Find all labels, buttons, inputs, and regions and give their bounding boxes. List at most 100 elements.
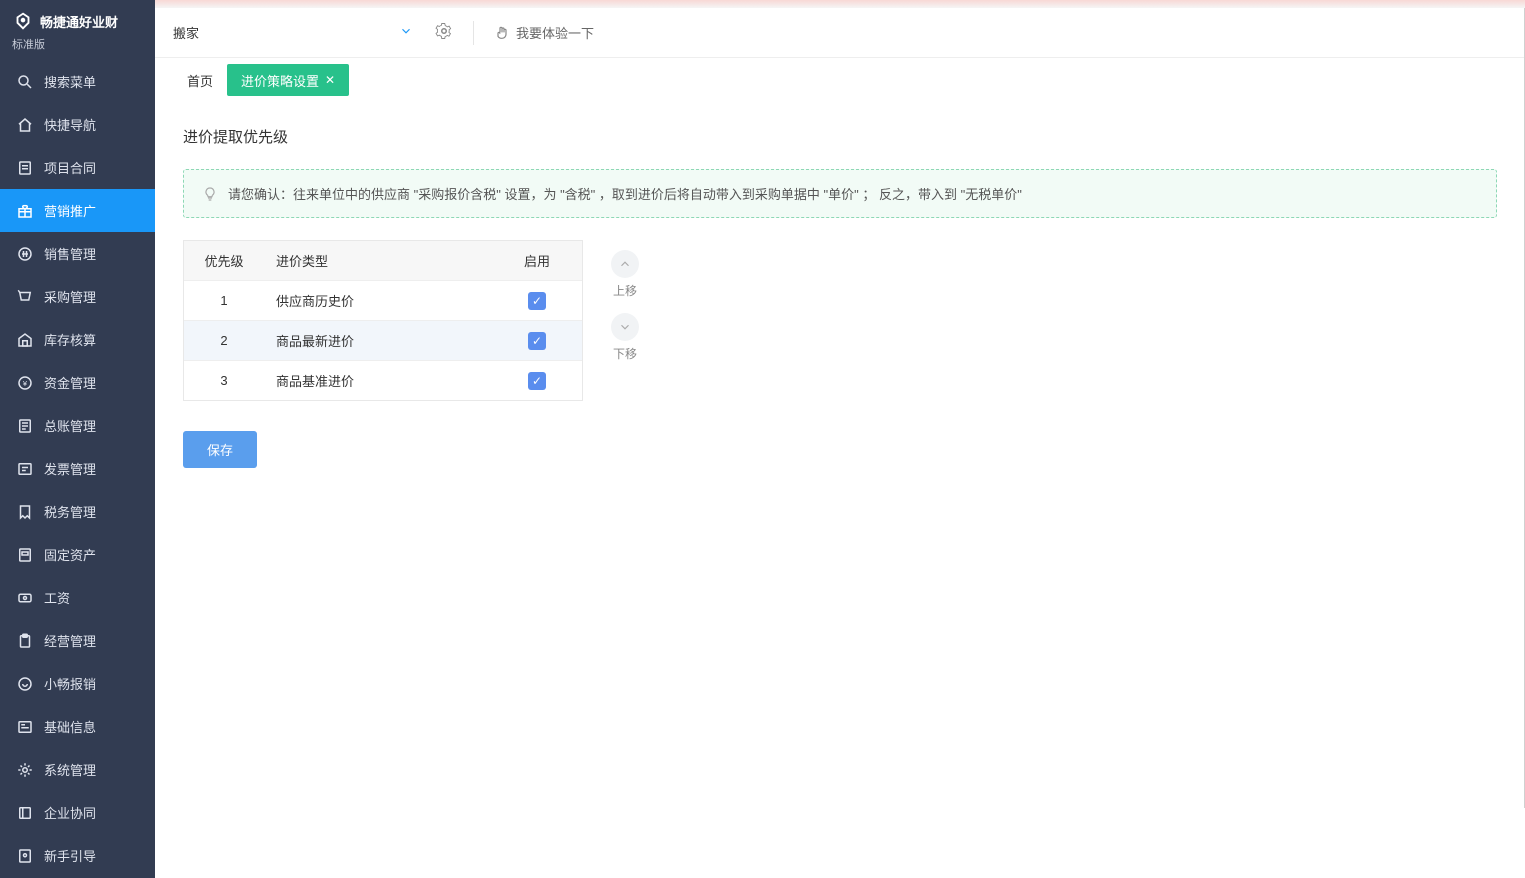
sidebar-item-label: 营销推广 <box>44 201 96 220</box>
tab-home[interactable]: 首页 <box>173 64 227 96</box>
invoice-icon <box>16 460 34 478</box>
svg-text:¥: ¥ <box>23 379 28 388</box>
chevron-down-icon <box>399 24 413 41</box>
sidebar-item-search[interactable]: 搜索菜单 <box>0 60 155 103</box>
sidebar-item-label: 搜索菜单 <box>44 72 96 91</box>
th-enable: 启用 <box>492 241 582 280</box>
bulb-icon <box>202 186 218 202</box>
table-row[interactable]: 2 商品最新进价 ✓ <box>184 320 582 360</box>
alert-box: 请您确认：往来单位中的供应商 "采购报价含税" 设置，为 "含税" ，取到进价后… <box>183 169 1497 218</box>
cell-priority: 2 <box>184 323 264 358</box>
sidebar-item-label: 项目合同 <box>44 158 96 177</box>
tabs: 首页 进价策略设置 ✕ <box>155 58 1525 102</box>
sidebar-item-funds[interactable]: ¥资金管理 <box>0 361 155 404</box>
clipboard-icon <box>16 632 34 650</box>
th-type: 进价类型 <box>264 241 492 280</box>
brand-name: 畅捷通好业财 <box>40 12 118 31</box>
sidebar-item-tax[interactable]: 税务管理 <box>0 490 155 533</box>
sidebar-item-inventory[interactable]: 库存核算 <box>0 318 155 361</box>
divider <box>473 21 474 45</box>
sidebar-item-label: 经营管理 <box>44 631 96 650</box>
cell-priority: 1 <box>184 283 264 318</box>
money-icon: ¥ <box>16 374 34 392</box>
sidebar-item-label: 小畅报销 <box>44 674 96 693</box>
sidebar-item-label: 系统管理 <box>44 760 96 779</box>
content: 进价提取优先级 请您确认：往来单位中的供应商 "采购报价含税" 设置，为 "含税… <box>155 102 1525 878</box>
sidebar-item-label: 新手引导 <box>44 846 96 865</box>
priority-table: 优先级 进价类型 启用 1 供应商历史价 ✓ 2 商品最新进价 ✓ <box>183 240 583 401</box>
cart-icon <box>16 288 34 306</box>
move-controls: 上移 下移 <box>611 240 639 376</box>
sidebar-item-label: 总账管理 <box>44 416 96 435</box>
page-title: 进价提取优先级 <box>183 126 1497 147</box>
tab-label: 进价策略设置 <box>241 71 319 90</box>
sidebar-item-business[interactable]: 经营管理 <box>0 619 155 662</box>
sidebar-item-label: 库存核算 <box>44 330 96 349</box>
sidebar-item-invoice[interactable]: 发票管理 <box>0 447 155 490</box>
sidebar-item-salary[interactable]: 工资 <box>0 576 155 619</box>
sidebar-item-system[interactable]: 系统管理 <box>0 748 155 791</box>
guide-icon <box>16 847 34 865</box>
brand-logo-icon <box>12 10 34 32</box>
move-down-label: 下移 <box>613 345 637 362</box>
th-priority: 优先级 <box>184 241 264 280</box>
sales-icon <box>16 245 34 263</box>
trial-link[interactable]: 我要体验一下 <box>494 23 594 42</box>
alert-text: 请您确认：往来单位中的供应商 "采购报价含税" 设置，为 "含税" ，取到进价后… <box>228 184 1022 203</box>
info-icon <box>16 718 34 736</box>
table-header: 优先级 进价类型 启用 <box>184 241 582 280</box>
move-up-label: 上移 <box>613 282 637 299</box>
sidebar-item-quicknav[interactable]: 快捷导航 <box>0 103 155 146</box>
warehouse-icon <box>16 331 34 349</box>
sidebar-item-marketing[interactable]: 营销推广 <box>0 189 155 232</box>
sidebar-item-label: 基础信息 <box>44 717 96 736</box>
tab-label: 首页 <box>187 71 213 90</box>
cell-enable: ✓ <box>492 322 582 360</box>
sidebar-item-purchase[interactable]: 采购管理 <box>0 275 155 318</box>
table-row[interactable]: 3 商品基准进价 ✓ <box>184 360 582 400</box>
sidebar-item-label: 企业协同 <box>44 803 96 822</box>
close-icon[interactable]: ✕ <box>325 73 335 87</box>
sidebar-item-expense[interactable]: 小畅报销 <box>0 662 155 705</box>
sidebar-item-label: 快捷导航 <box>44 115 96 134</box>
sidebar-item-collab[interactable]: 企业协同 <box>0 791 155 834</box>
sidebar-item-label: 销售管理 <box>44 244 96 263</box>
expense-icon <box>16 675 34 693</box>
checkbox-checked[interactable]: ✓ <box>528 372 546 390</box>
sidebar-item-project[interactable]: 项目合同 <box>0 146 155 189</box>
main-menu: 搜索菜单 快捷导航 项目合同 营销推广 销售管理 采购管理 库存核算 ¥资金管理… <box>0 60 155 877</box>
checkbox-checked[interactable]: ✓ <box>528 292 546 310</box>
sidebar-item-label: 税务管理 <box>44 502 96 521</box>
settings-button[interactable] <box>435 22 453 43</box>
save-button[interactable]: 保存 <box>183 431 257 468</box>
sidebar-item-assets[interactable]: 固定资产 <box>0 533 155 576</box>
sidebar-item-ledger[interactable]: 总账管理 <box>0 404 155 447</box>
cell-type: 商品最新进价 <box>264 321 492 360</box>
brand-edition: 标准版 <box>0 36 155 60</box>
sidebar-item-basicinfo[interactable]: 基础信息 <box>0 705 155 748</box>
hand-icon <box>494 25 510 41</box>
main-panel: 搬家 我要体验一下 首页 进价策略设置 ✕ 进价提取优先级 请您确认：往 <box>155 8 1525 878</box>
sidebar-item-guide[interactable]: 新手引导 <box>0 834 155 877</box>
cell-priority: 3 <box>184 363 264 398</box>
gift-icon <box>16 202 34 220</box>
sidebar-item-label: 采购管理 <box>44 287 96 306</box>
cell-type: 商品基准进价 <box>264 361 492 400</box>
sidebar: 畅捷通好业财 标准版 搜索菜单 快捷导航 项目合同 营销推广 销售管理 采购管理… <box>0 0 155 878</box>
contract-icon <box>16 159 34 177</box>
move-up-button[interactable] <box>611 250 639 278</box>
cell-enable: ✓ <box>492 282 582 320</box>
org-selector[interactable]: 搬家 <box>173 19 413 46</box>
sidebar-item-label: 工资 <box>44 588 70 607</box>
trial-text: 我要体验一下 <box>516 23 594 42</box>
sidebar-item-sales[interactable]: 销售管理 <box>0 232 155 275</box>
table-row[interactable]: 1 供应商历史价 ✓ <box>184 280 582 320</box>
brand: 畅捷通好业财 <box>0 0 155 36</box>
tab-price-policy[interactable]: 进价策略设置 ✕ <box>227 64 349 96</box>
sidebar-item-label: 固定资产 <box>44 545 96 564</box>
checkbox-checked[interactable]: ✓ <box>528 332 546 350</box>
topbar: 搬家 我要体验一下 <box>155 8 1525 58</box>
move-down-button[interactable] <box>611 313 639 341</box>
collab-icon <box>16 804 34 822</box>
home-icon <box>16 116 34 134</box>
